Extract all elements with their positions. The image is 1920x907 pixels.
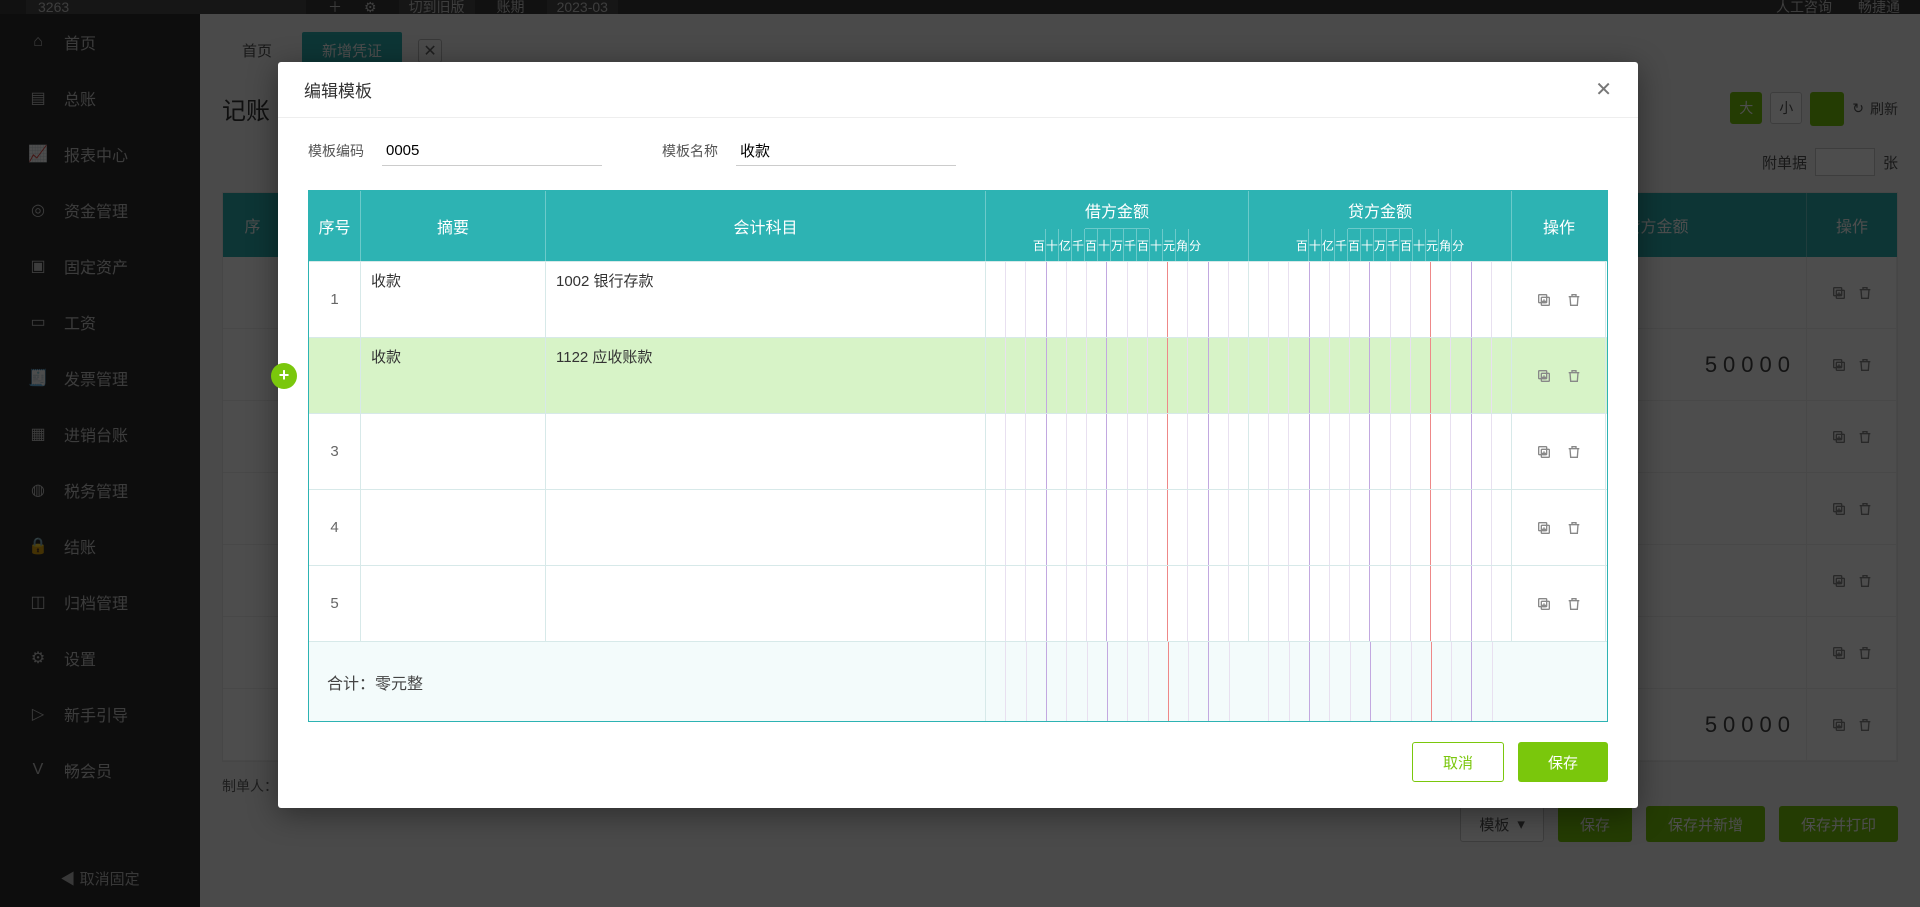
col-op: 操作 (1512, 191, 1606, 261)
digit-header: 元 (1426, 229, 1439, 261)
digit-header: 十 (1150, 229, 1163, 261)
cell-summary[interactable] (361, 414, 546, 489)
save-button[interactable]: 保存 (1518, 742, 1608, 782)
cell-credit[interactable] (1249, 262, 1512, 337)
digit-header: 十 (1361, 229, 1374, 261)
cell-credit[interactable] (1249, 414, 1512, 489)
digit-header: 分 (1189, 229, 1201, 261)
cell-credit[interactable] (1249, 490, 1512, 565)
total-credit-cells (1249, 642, 1512, 721)
modal-title: 编辑模板 (304, 77, 372, 102)
cell-summary[interactable] (361, 490, 546, 565)
col-debit: 借方金额 百十亿千百十万千百十元角分 (986, 191, 1249, 261)
copy-icon[interactable] (1536, 444, 1552, 460)
total-label: 合计： (327, 670, 375, 694)
col-debit-label: 借方金额 (1085, 191, 1149, 229)
cell-summary[interactable]: 收款 (361, 262, 546, 337)
cell-debit[interactable] (986, 414, 1249, 489)
cell-account[interactable]: 1122 应收账款 (546, 338, 986, 413)
digit-header: 百 (1296, 229, 1309, 261)
cell-debit[interactable] (986, 338, 1249, 413)
digit-header: 亿 (1059, 229, 1072, 261)
cell-seq: 4 (309, 490, 361, 565)
cell-summary[interactable] (361, 566, 546, 641)
cell-debit[interactable] (986, 490, 1249, 565)
cell-debit[interactable] (986, 262, 1249, 337)
cell-op (1512, 566, 1606, 641)
cell-seq: 3 (309, 414, 361, 489)
digit-header: 十 (1098, 229, 1111, 261)
col-credit: 贷方金额 百十亿千百十万千百十元角分 (1249, 191, 1512, 261)
cell-seq: 5 (309, 566, 361, 641)
digit-header: 十 (1413, 229, 1426, 261)
digit-header: 千 (1335, 229, 1348, 261)
cell-account[interactable] (546, 414, 986, 489)
cancel-button[interactable]: 取消 (1412, 742, 1504, 782)
digit-header: 亿 (1322, 229, 1335, 261)
grid-row[interactable]: +4 (309, 489, 1607, 565)
delete-icon[interactable] (1566, 292, 1582, 308)
grid-row[interactable]: +1收款1002 银行存款 (309, 261, 1607, 337)
cell-op (1512, 414, 1606, 489)
copy-icon[interactable] (1536, 596, 1552, 612)
cell-account[interactable] (546, 490, 986, 565)
digit-header: 千 (1124, 229, 1137, 261)
cell-account[interactable]: 1002 银行存款 (546, 262, 986, 337)
delete-icon[interactable] (1566, 520, 1582, 536)
delete-icon[interactable] (1566, 444, 1582, 460)
grid-header: 序号 摘要 会计科目 借方金额 百十亿千百十万千百十元角分 贷方金额 百十亿千百… (309, 191, 1607, 261)
copy-icon[interactable] (1536, 520, 1552, 536)
col-seq: 序号 (309, 191, 361, 261)
digit-header: 分 (1452, 229, 1464, 261)
cell-op (1512, 338, 1606, 413)
template-name-input[interactable] (736, 136, 956, 166)
col-credit-label: 贷方金额 (1348, 191, 1412, 229)
template-form-row: 模板编码 模板名称 (308, 136, 1608, 166)
total-debit-cells (986, 642, 1249, 721)
digit-header: 千 (1387, 229, 1400, 261)
digit-header: 百 (1400, 229, 1413, 261)
delete-icon[interactable] (1566, 368, 1582, 384)
cell-account[interactable] (546, 566, 986, 641)
grid-row[interactable]: +3 (309, 413, 1607, 489)
add-row-button[interactable]: + (271, 363, 297, 389)
grid-row[interactable]: +5 (309, 565, 1607, 641)
digit-header: 百 (1033, 229, 1046, 261)
digit-header: 百 (1137, 229, 1150, 261)
modal-close-button[interactable]: ✕ (1595, 77, 1612, 102)
cell-summary[interactable]: 收款 (361, 338, 546, 413)
digit-header: 角 (1439, 229, 1452, 261)
digit-header: 角 (1176, 229, 1189, 261)
col-summary: 摘要 (361, 191, 546, 261)
delete-icon[interactable] (1566, 596, 1582, 612)
template-code-label: 模板编码 (308, 141, 364, 161)
col-account: 会计科目 (546, 191, 986, 261)
total-text: 零元整 (375, 670, 423, 694)
cell-debit[interactable] (986, 566, 1249, 641)
template-grid: 序号 摘要 会计科目 借方金额 百十亿千百十万千百十元角分 贷方金额 百十亿千百… (308, 190, 1608, 722)
grid-row[interactable]: +收款1122 应收账款 (309, 337, 1607, 413)
digit-header: 百 (1085, 229, 1098, 261)
template-code-input[interactable] (382, 136, 602, 166)
cell-seq: 1 (309, 262, 361, 337)
digit-header: 千 (1072, 229, 1085, 261)
copy-icon[interactable] (1536, 292, 1552, 308)
cell-credit[interactable] (1249, 338, 1512, 413)
cell-credit[interactable] (1249, 566, 1512, 641)
digit-header: 十 (1309, 229, 1322, 261)
digit-header: 万 (1374, 229, 1387, 261)
modal-header: 编辑模板 ✕ (278, 62, 1638, 118)
modal-actions: 取消 保存 (308, 742, 1608, 782)
cell-seq (309, 338, 361, 413)
digit-header: 元 (1163, 229, 1176, 261)
digit-header: 万 (1111, 229, 1124, 261)
digit-header: 十 (1046, 229, 1059, 261)
cell-op (1512, 262, 1606, 337)
edit-template-modal: 编辑模板 ✕ 模板编码 模板名称 序号 摘要 会计科目 借方金额 百十亿千百十万… (278, 62, 1638, 808)
digit-header: 百 (1348, 229, 1361, 261)
copy-icon[interactable] (1536, 368, 1552, 384)
template-name-label: 模板名称 (662, 141, 718, 161)
total-row: 合计：零元整 (309, 641, 1607, 721)
cell-op (1512, 490, 1606, 565)
